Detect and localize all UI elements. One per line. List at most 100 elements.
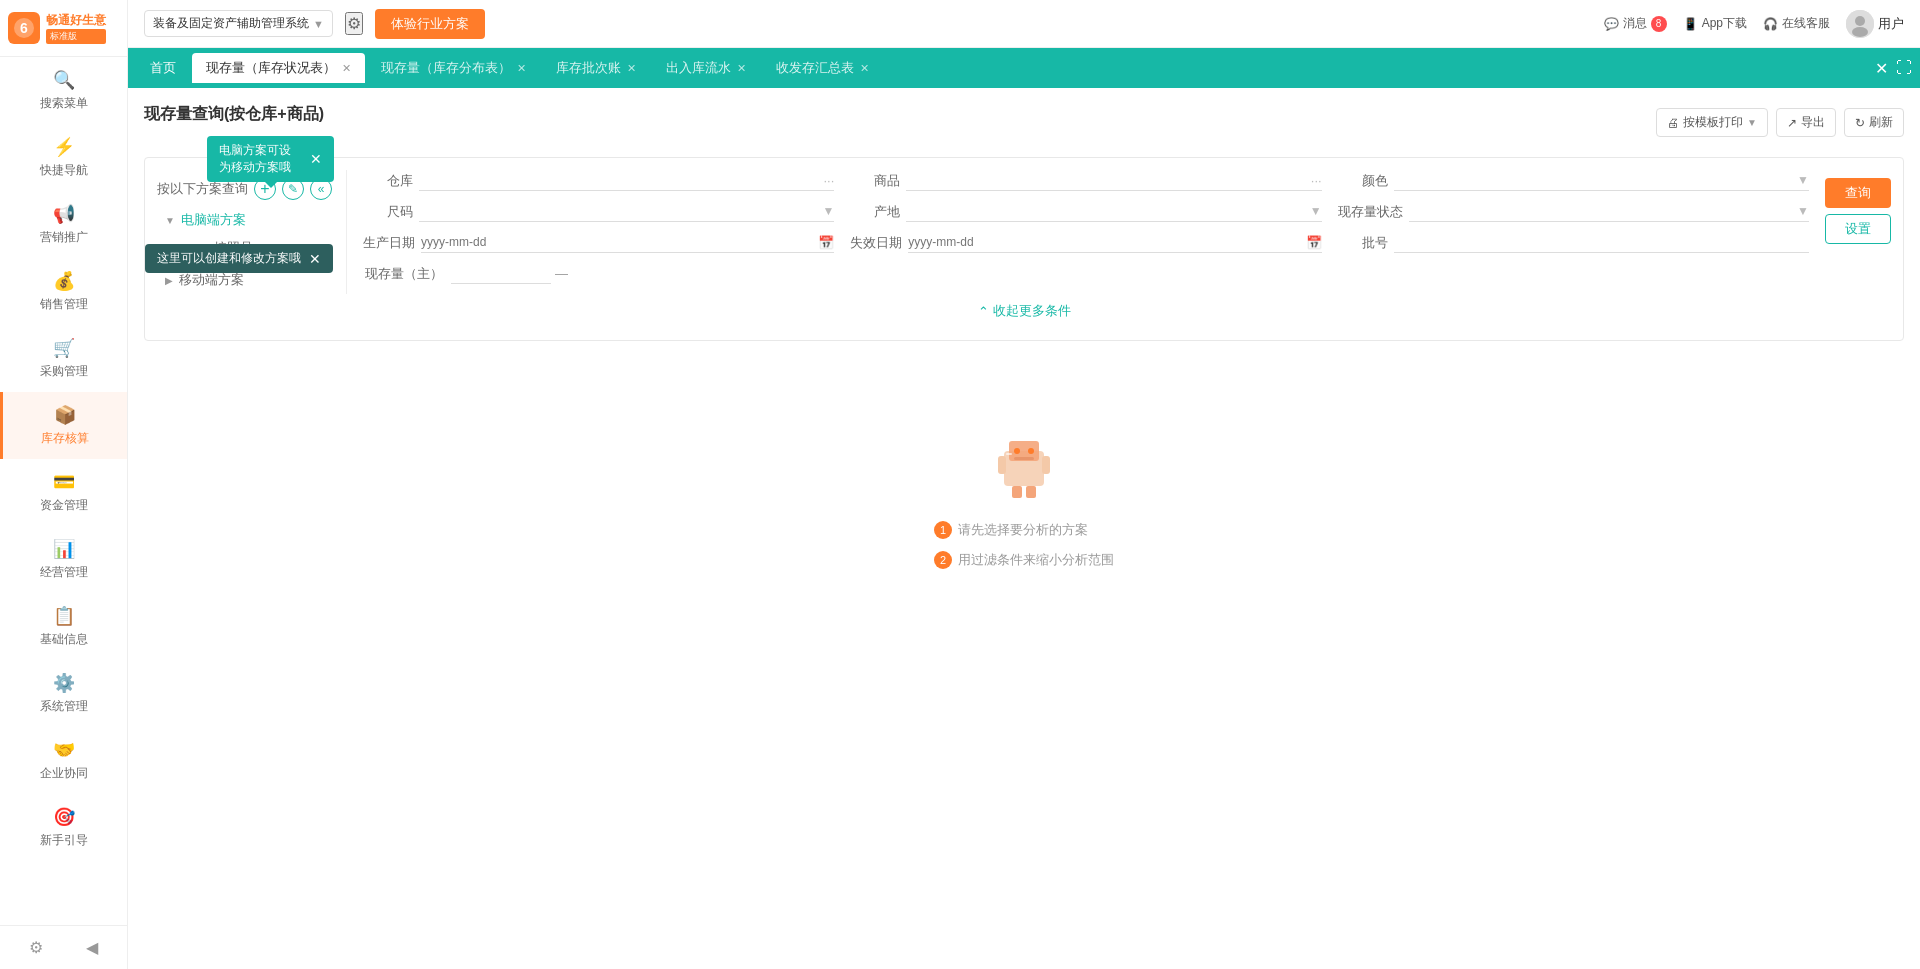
settings-footer-icon[interactable]: ⚙ [29, 938, 43, 957]
produce-date-input-wrap: 📅 [421, 232, 834, 253]
origin-input[interactable] [906, 201, 1307, 221]
sidebar-item-label: 企业协同 [40, 765, 88, 782]
tab-stock-dist[interactable]: 现存量（库存分布表） ✕ [367, 53, 540, 83]
tab-close-collect[interactable]: ✕ [860, 62, 869, 75]
chevron-down-icon: ▼ [1747, 117, 1757, 128]
message-btn[interactable]: 💬 消息 8 [1604, 15, 1667, 32]
settings-btn[interactable]: ⚙ [345, 12, 363, 35]
warehouse-input[interactable] [419, 170, 821, 190]
filter-expire-date: 失效日期 📅 [850, 232, 1321, 253]
tab-collect[interactable]: 收发存汇总表 ✕ [762, 53, 883, 83]
pc-scheme-label: 电脑端方案 [181, 211, 246, 229]
app-name: 畅通好生意 [46, 12, 106, 29]
svg-rect-14 [1006, 453, 1012, 455]
pc-scheme-header[interactable]: ▼ 电脑端方案 [157, 208, 334, 232]
tab-batch[interactable]: 库存批次账 ✕ [542, 53, 650, 83]
filter-row-1: 仓库 ··· 商品 ··· [363, 170, 1809, 191]
topbar-right: 💬 消息 8 📱 App下载 🎧 在线客服 用户 [1604, 10, 1904, 38]
tab-inout[interactable]: 出入库流水 ✕ [652, 53, 760, 83]
print-icon: 🖨 [1667, 116, 1679, 130]
user-avatar [1846, 10, 1874, 38]
empty-illustration [984, 421, 1064, 501]
tip-num-2: 2 [934, 551, 952, 569]
sidebar-item-label: 营销推广 [40, 229, 88, 246]
sidebar-item-cooperation[interactable]: 🤝 企业协同 [0, 727, 127, 794]
collapse-sidebar-icon[interactable]: ◀ [86, 938, 98, 957]
sidebar-item-sales[interactable]: 💰 销售管理 [0, 258, 127, 325]
size-chevron-icon[interactable]: ▼ [822, 204, 834, 218]
stock-status-chevron-icon[interactable]: ▼ [1797, 204, 1809, 218]
refresh-icon: ↻ [1855, 116, 1865, 130]
tab-stock-dist-label: 现存量（库存分布表） [381, 59, 511, 77]
filter-content: 按以下方案查询 + ✎ « 电脑方案可设为移动方案哦 ✕ [157, 170, 1891, 294]
tooltip-scheme-close[interactable]: ✕ [310, 151, 322, 167]
sidebar-item-operations[interactable]: 📊 经营管理 [0, 526, 127, 593]
quantity-from-input[interactable] [451, 263, 551, 284]
tooltip-scheme: 电脑方案可设为移动方案哦 ✕ [207, 136, 334, 182]
empty-tip-2: 2 用过滤条件来缩小分析范围 [934, 547, 1114, 573]
query-btn[interactable]: 查询 [1825, 178, 1891, 208]
stock-status-input[interactable] [1409, 201, 1795, 221]
message-icon: 💬 [1604, 17, 1619, 31]
tab-close-stock-dist[interactable]: ✕ [517, 62, 526, 75]
sidebar-item-marketing[interactable]: 📢 营销推广 [0, 191, 127, 258]
product-input[interactable] [906, 170, 1308, 190]
sidebar-item-purchase[interactable]: 🛒 采购管理 [0, 325, 127, 392]
sidebar-item-inventory[interactable]: 📦 库存核算 [0, 392, 127, 459]
sidebar-item-basic[interactable]: 📋 基础信息 [0, 593, 127, 660]
user-area[interactable]: 用户 [1846, 10, 1904, 38]
collapse-btn[interactable]: ⌃ 收起更多条件 [157, 294, 1891, 328]
color-input[interactable] [1394, 170, 1795, 190]
tooltip-edit-close[interactable]: ✕ [309, 251, 321, 267]
app-download-btn[interactable]: 📱 App下载 [1683, 15, 1747, 32]
industry-plan-btn[interactable]: 体验行业方案 [375, 9, 485, 39]
set-btn[interactable]: 设置 [1825, 214, 1891, 244]
mobile-scheme-label: 移动端方案 [179, 271, 244, 289]
empty-tips: 1 请先选择要分析的方案 2 用过滤条件来缩小分析范围 [934, 517, 1114, 573]
export-icon: ↗ [1787, 116, 1797, 130]
print-btn[interactable]: 🖨 按模板打印 ▼ [1656, 108, 1768, 137]
tab-close-inout[interactable]: ✕ [737, 62, 746, 75]
sidebar-item-search[interactable]: 🔍 搜索菜单 [0, 57, 127, 124]
filter-label: 按以下方案查询 [157, 180, 248, 198]
sidebar-item-system[interactable]: ⚙️ 系统管理 [0, 660, 127, 727]
calendar-icon[interactable]: 📅 [818, 235, 834, 250]
filter-produce-date: 生产日期 📅 [363, 232, 834, 253]
refresh-btn[interactable]: ↻ 刷新 [1844, 108, 1904, 137]
online-support-btn[interactable]: 🎧 在线客服 [1763, 15, 1830, 32]
produce-date-input[interactable] [421, 232, 818, 252]
tab-close-batch[interactable]: ✕ [627, 62, 636, 75]
tooltip-edit-text: 这里可以创建和修改方案哦 [157, 250, 301, 267]
tab-close-stock-status[interactable]: ✕ [342, 62, 351, 75]
expire-date-input[interactable] [908, 232, 1305, 252]
close-all-tabs-btn[interactable]: ✕ [1875, 59, 1888, 78]
tab-inout-label: 出入库流水 [666, 59, 731, 77]
tab-stock-status[interactable]: 现存量（库存状况表） ✕ [192, 53, 365, 83]
svg-point-3 [1855, 16, 1865, 26]
expand-tabs-btn[interactable]: ⛶ [1896, 59, 1912, 78]
sidebar-item-quicknav[interactable]: ⚡ 快捷导航 [0, 124, 127, 191]
batch-input[interactable] [1394, 232, 1809, 252]
calendar2-icon[interactable]: 📅 [1306, 235, 1322, 250]
batch-input-wrap [1394, 232, 1809, 253]
tab-home[interactable]: 首页 [136, 53, 190, 83]
warehouse-more-icon[interactable]: ··· [823, 173, 834, 188]
sidebar-item-guide[interactable]: 🎯 新手引导 [0, 794, 127, 861]
system-selector[interactable]: 装备及固定资产辅助管理系统 ▼ [144, 10, 333, 37]
color-chevron-icon[interactable]: ▼ [1797, 173, 1809, 187]
origin-chevron-icon[interactable]: ▼ [1310, 204, 1322, 218]
tooltip-scheme-text: 电脑方案可设为移动方案哦 [219, 142, 302, 176]
scheme-tree: ▼ 电脑端方案 这里可以创建和修改方案哦 ✕ [157, 208, 334, 292]
product-more-icon[interactable]: ··· [1311, 173, 1322, 188]
size-input[interactable] [419, 201, 820, 221]
headset-icon: 🎧 [1763, 17, 1778, 31]
sidebar-footer: ⚙ ◀ [0, 925, 127, 969]
tooltip-arrow [265, 182, 277, 188]
sidebar-item-finance[interactable]: 💳 资金管理 [0, 459, 127, 526]
tab-batch-label: 库存批次账 [556, 59, 621, 77]
filter-stock-status: 现存量状态 ▼ [1338, 201, 1809, 222]
svg-point-4 [1852, 27, 1868, 37]
app-logo: 6 畅通好生意 标准版 [0, 0, 127, 57]
export-btn[interactable]: ↗ 导出 [1776, 108, 1836, 137]
chevron-down-icon: ▼ [313, 18, 324, 30]
